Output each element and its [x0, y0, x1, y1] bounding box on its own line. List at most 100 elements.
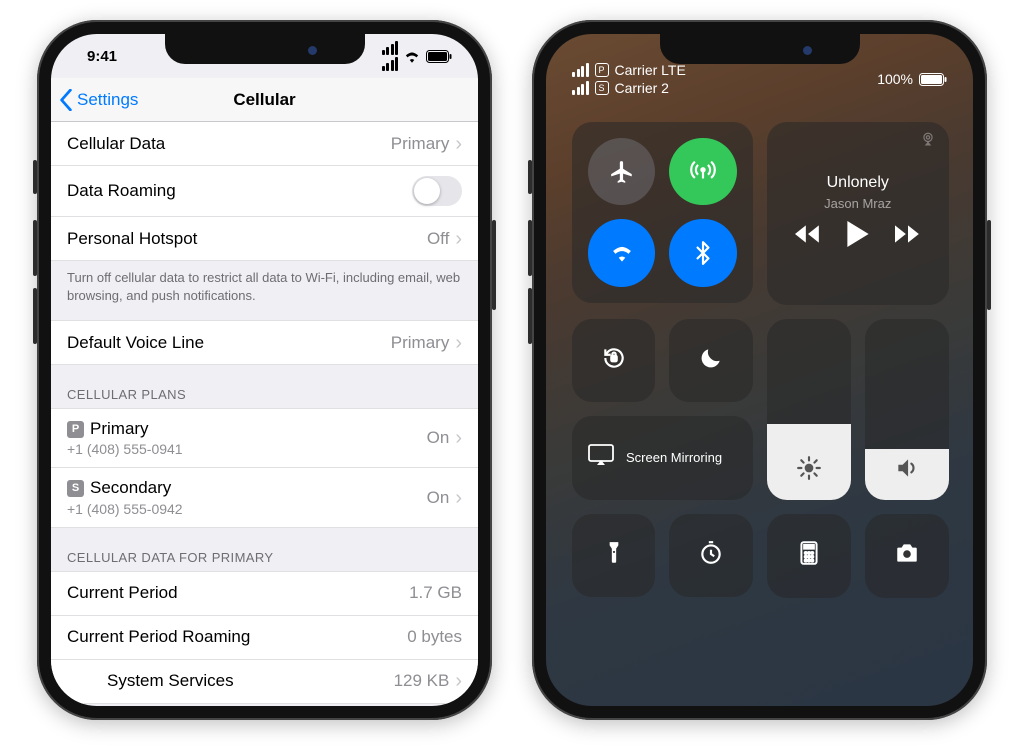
sim-badge-icon: P [595, 63, 609, 77]
prev-track-button[interactable] [795, 224, 821, 249]
chevron-right-icon: › [455, 488, 462, 508]
row-value: Off [427, 229, 449, 249]
volume-icon [894, 455, 920, 486]
volume-slider[interactable] [865, 319, 949, 500]
brightness-slider[interactable] [767, 319, 851, 500]
chevron-right-icon: › [455, 428, 462, 448]
row-current-period[interactable]: Current Period 1.7 GB [51, 572, 478, 616]
battery-icon [919, 73, 947, 86]
camera-button[interactable] [865, 514, 949, 598]
row-data-roaming[interactable]: Data Roaming [51, 166, 478, 217]
row-value: Primary [391, 333, 450, 353]
nav-back-label: Settings [77, 90, 138, 110]
row-system-services[interactable]: System Services 129 KB› [51, 660, 478, 704]
track-artist: Jason Mraz [824, 196, 891, 211]
timer-button[interactable] [669, 514, 752, 597]
toggle-data-roaming[interactable] [412, 176, 462, 206]
bluetooth-icon [690, 240, 716, 266]
row-cellular-data[interactable]: Cellular Data Primary› [51, 122, 478, 166]
bluetooth-button[interactable] [669, 219, 736, 286]
flashlight-icon [601, 540, 627, 571]
camera-icon [894, 540, 920, 571]
airplane-icon [609, 159, 635, 185]
row-default-voice-line[interactable]: Default Voice Line Primary› [51, 321, 478, 365]
section-footnote: Turn off cellular data to restrict all d… [51, 261, 478, 321]
signal-bars-icon [572, 81, 589, 95]
row-value: Primary [391, 134, 450, 154]
row-value: 0 bytes [407, 627, 462, 647]
play-icon [847, 221, 869, 247]
nav-bar: Settings Cellular [51, 78, 478, 122]
plan-name: Primary [90, 419, 149, 439]
calculator-button[interactable] [767, 514, 851, 598]
do-not-disturb-button[interactable] [669, 319, 752, 402]
row-label: Cellular Data [67, 134, 165, 154]
calculator-icon [796, 540, 822, 571]
chevron-right-icon: › [455, 333, 462, 353]
row-label: Current Period [67, 583, 178, 603]
screen-settings: 9:41 Settings Cellular Cellular Data Pri… [51, 34, 478, 706]
row-current-period-roaming[interactable]: Current Period Roaming 0 bytes [51, 616, 478, 660]
row-value: On [427, 428, 450, 448]
orientation-lock-icon [601, 345, 627, 376]
phone-frame-right: P Carrier LTE S Carrier 2 100% [532, 20, 987, 720]
row-label: Personal Hotspot [67, 229, 197, 249]
signal-bars-icon [572, 63, 589, 77]
connectivity-card[interactable] [572, 122, 753, 303]
control-center-grid: Unlonely Jason Mraz [546, 106, 973, 611]
screen-mirroring-label: Screen Mirroring [626, 450, 722, 466]
chevron-right-icon: › [455, 134, 462, 154]
carrier-line-2: S Carrier 2 [572, 80, 686, 96]
wifi-icon [403, 49, 421, 63]
notch [660, 34, 860, 64]
now-playing-card[interactable]: Unlonely Jason Mraz [767, 122, 950, 305]
battery-status: 100% [877, 62, 947, 96]
carrier-name: Carrier 2 [615, 80, 669, 96]
cellular-data-button[interactable] [669, 138, 736, 205]
sim-badge-icon: S [595, 81, 609, 95]
backward-icon [795, 224, 821, 244]
forward-icon [895, 224, 921, 244]
wifi-icon [609, 240, 635, 266]
row-label: Default Voice Line [67, 333, 204, 353]
carrier-line-1: P Carrier LTE [572, 62, 686, 78]
row-label: Data Roaming [67, 181, 176, 201]
battery-percent: 100% [877, 71, 913, 87]
sim-badge-icon: P [67, 421, 84, 438]
screen-mirroring-button[interactable]: Screen Mirroring [572, 416, 753, 500]
track-title: Unlonely [827, 174, 889, 192]
section-header-usage: Cellular Data for Primary [51, 528, 478, 572]
sim-badge-icon: S [67, 480, 84, 497]
carrier-name: Carrier LTE [615, 62, 686, 78]
plan-name: Secondary [90, 478, 171, 498]
battery-icon [426, 50, 452, 63]
brightness-icon [796, 455, 822, 486]
plan-number: +1 (408) 555-0941 [67, 441, 183, 457]
row-plan-primary[interactable]: P Primary +1 (408) 555-0941 On› [51, 409, 478, 468]
nav-back-button[interactable]: Settings [51, 89, 138, 111]
next-track-button[interactable] [895, 224, 921, 249]
row-value: 1.7 GB [409, 583, 462, 603]
row-personal-hotspot[interactable]: Personal Hotspot Off› [51, 217, 478, 261]
chevron-left-icon [59, 89, 73, 111]
flashlight-button[interactable] [572, 514, 655, 597]
dual-signal-icon [382, 41, 399, 71]
row-label: Current Period Roaming [67, 627, 250, 647]
antenna-icon [690, 159, 716, 185]
row-value: 129 KB [394, 671, 450, 691]
chevron-right-icon: › [455, 671, 462, 691]
row-plan-secondary[interactable]: SSecondary +1 (408) 555-0942 On› [51, 468, 478, 527]
orientation-lock-button[interactable] [572, 319, 655, 402]
screen-mirroring-icon [588, 444, 614, 471]
moon-icon [698, 345, 724, 376]
wifi-button[interactable] [588, 219, 655, 286]
row-label: System Services [67, 671, 234, 691]
row-value: On [427, 488, 450, 508]
airplane-mode-button[interactable] [588, 138, 655, 205]
timer-icon [698, 540, 724, 571]
notch [165, 34, 365, 64]
status-time: 9:41 [87, 48, 117, 65]
airplay-indicator-icon [919, 132, 937, 151]
play-button[interactable] [847, 221, 869, 252]
section-header-plans: Cellular Plans [51, 365, 478, 409]
